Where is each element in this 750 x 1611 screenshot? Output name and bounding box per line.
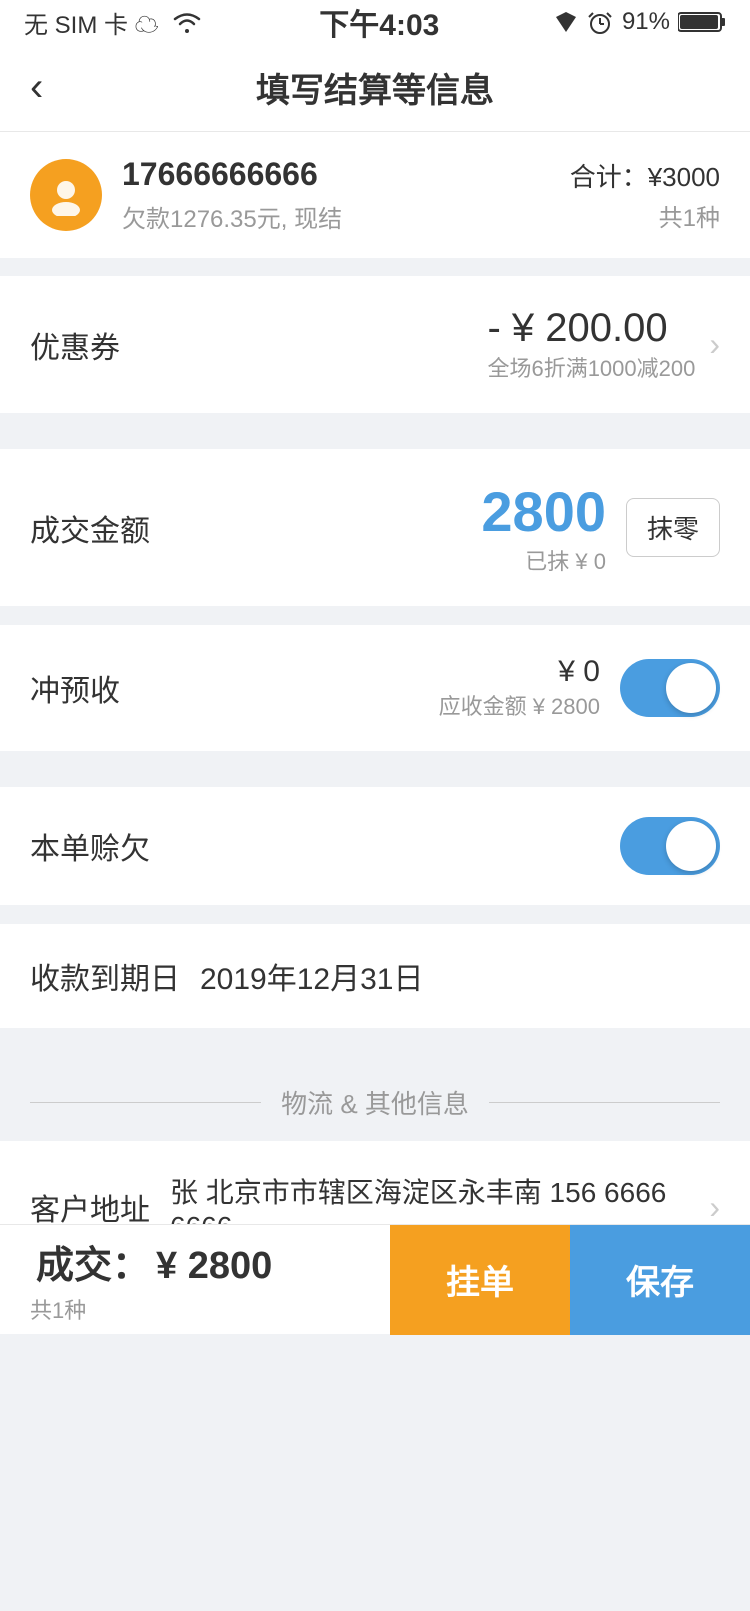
coupon-row[interactable]: 优惠券 - ¥ 200.00 全场6折满1000减200 ›: [0, 276, 750, 413]
total-label: 合计：¥3000: [570, 157, 720, 194]
credit-label: 本单赊欠: [30, 824, 150, 868]
status-left: 无 SIM 卡 ☁: [24, 5, 205, 40]
divider-2: [0, 769, 750, 787]
page-title: 填写结算等信息: [256, 63, 494, 112]
bottom-deal-amount: ¥ 2800: [156, 1245, 272, 1287]
customer-sub-text: 欠款1276.35元, 现结: [122, 199, 342, 234]
address-chevron-icon: ›: [709, 1189, 720, 1226]
prepay-sub: 应收金额 ¥ 2800: [439, 689, 600, 721]
deal-amount-label: 成交金额: [30, 506, 150, 550]
location-icon: [554, 10, 578, 34]
bottom-summary: 成交：¥ 2800 共1种: [0, 1234, 390, 1325]
battery-text: 91%: [622, 8, 670, 36]
credit-row: 本单赊欠: [0, 787, 750, 905]
avatar: [30, 159, 102, 231]
save-button[interactable]: 保存: [570, 1225, 750, 1335]
battery-icon: [678, 10, 726, 34]
status-bar: 无 SIM 卡 ☁ 下午4:03 91%: [0, 0, 750, 44]
customer-total: 合计：¥3000 共1种: [570, 157, 720, 233]
due-date-row: 收款到期日 2019年12月31日: [0, 923, 750, 1028]
coupon-label: 优惠券: [30, 323, 120, 367]
customer-phone: 17666666666: [122, 156, 342, 193]
logistics-header: 物流 & 其他信息: [0, 1064, 750, 1141]
round-button[interactable]: 抹零: [626, 498, 720, 557]
prepay-toggle[interactable]: [620, 659, 720, 717]
logistics-header-text: 物流 & 其他信息: [281, 1084, 469, 1121]
bottom-deal-info: 成交：¥ 2800: [30, 1234, 360, 1289]
coupon-discount-desc: 全场6折满1000减200: [487, 351, 695, 383]
coupon-chevron-icon: ›: [709, 326, 720, 363]
bottom-count: 共1种: [30, 1293, 360, 1325]
deal-amount-value: 2800: [481, 479, 606, 544]
due-date-label: 收款到期日: [30, 954, 180, 998]
content-area: 17666666666 欠款1276.35元, 现结 合计：¥3000 共1种 …: [0, 132, 750, 1611]
address-label: 客户地址: [30, 1185, 150, 1229]
divider-1: [0, 431, 750, 449]
wifi-icon: [169, 9, 205, 35]
due-date-value: 2019年12月31日: [200, 954, 423, 998]
prepay-amount: ¥ 0: [439, 655, 600, 689]
deal-amount-sub: 已抹 ¥ 0: [481, 544, 606, 576]
back-button[interactable]: ‹: [30, 65, 90, 110]
customer-row: 17666666666 欠款1276.35元, 现结 合计：¥3000 共1种: [0, 132, 750, 258]
hold-button[interactable]: 挂单: [390, 1225, 570, 1335]
credit-toggle[interactable]: [620, 817, 720, 875]
deal-amount-section: 成交金额 2800 已抹 ¥ 0 抹零: [0, 449, 750, 606]
bottom-deal-label: 成交：: [36, 1245, 150, 1287]
status-time: 下午4:03: [319, 0, 439, 44]
bottom-bar: 成交：¥ 2800 共1种 挂单 保存: [0, 1224, 750, 1334]
alarm-icon: [586, 8, 614, 36]
prepay-label: 冲预收: [30, 666, 120, 710]
no-sim-text: 无 SIM 卡 ☁: [24, 5, 159, 40]
divider-3: [0, 1046, 750, 1064]
nav-bar: ‹ 填写结算等信息: [0, 44, 750, 132]
total-count: 共1种: [570, 198, 720, 233]
prepay-row: 冲预收 ¥ 0 应收金额 ¥ 2800: [0, 624, 750, 751]
status-right: 91%: [554, 8, 726, 36]
coupon-discount-amount: - ¥ 200.00: [487, 306, 695, 351]
